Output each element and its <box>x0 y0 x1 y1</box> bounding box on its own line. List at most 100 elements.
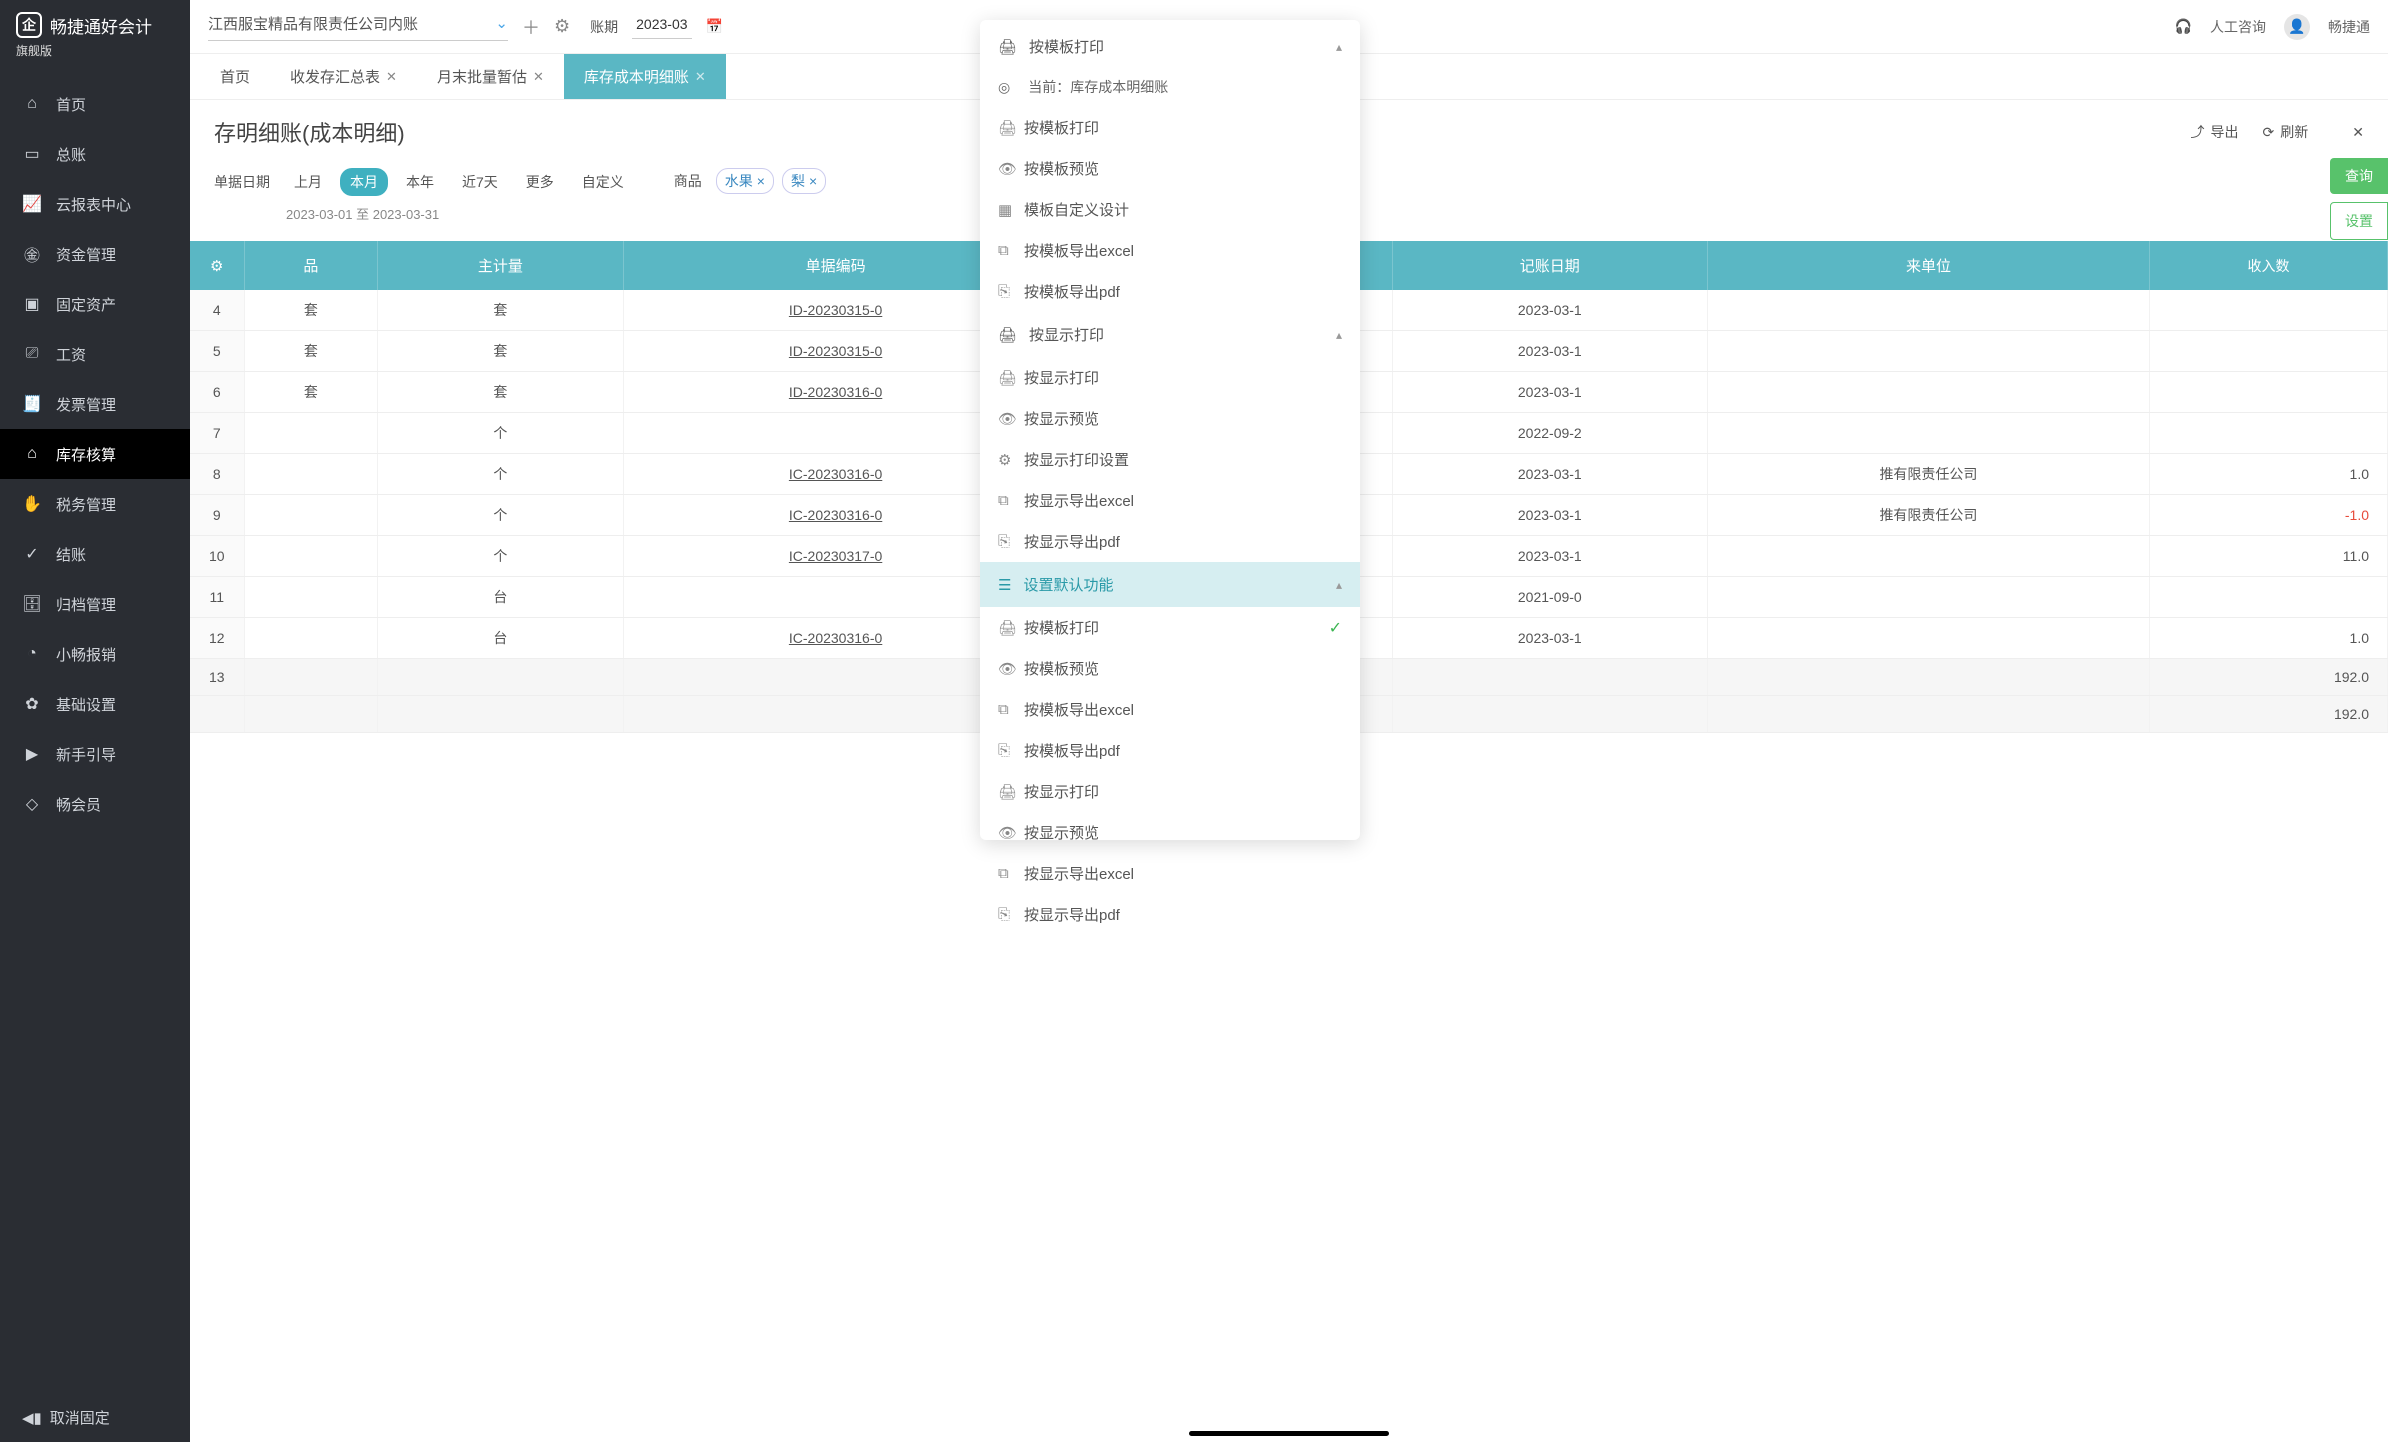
cell-in-qty: 192.0 <box>2150 659 2388 696</box>
menu-head-template[interactable]: 🖨按模板打印▴ <box>980 26 1360 67</box>
print-menu[interactable]: 🖨按模板打印▴◎当前：库存成本明细账🖨按模板打印👁按模板预览▦模板自定义设计⧉按… <box>980 20 1360 840</box>
period-value[interactable]: 2023-03 <box>632 14 691 39</box>
menu-item-0-3[interactable]: ⧉按模板导出excel <box>980 230 1360 271</box>
close-icon[interactable]: ✕ <box>386 69 397 85</box>
menu-item-label: 按显示导出excel <box>1024 863 1134 884</box>
menu-section-2[interactable]: ☰设置默认功能▴ <box>980 562 1360 607</box>
sidebar-item-3[interactable]: ㊎资金管理 <box>0 229 190 279</box>
menu-item-0-2[interactable]: ▦模板自定义设计 <box>980 189 1360 230</box>
date-chip-2[interactable]: 本年 <box>396 168 444 196</box>
sidebar-item-label: 工资 <box>56 344 86 365</box>
sidebar-item-1[interactable]: ▭总账 <box>0 129 190 179</box>
tab-2[interactable]: 月末批量暂估✕ <box>417 54 564 99</box>
date-chip-3[interactable]: 近7天 <box>452 168 508 196</box>
menu-item-2-5[interactable]: 👁按显示预览 <box>980 812 1360 853</box>
menu-item-2-4[interactable]: 🖨按显示打印 <box>980 771 1360 812</box>
menu-item-2-2[interactable]: ⧉按模板导出excel <box>980 689 1360 730</box>
consult-link[interactable]: 人工咨询 <box>2210 17 2266 37</box>
cell-product <box>244 413 378 454</box>
sidebar-item-label: 云报表中心 <box>56 194 131 215</box>
home-indicator <box>1189 1431 1389 1436</box>
menu-current: ◎当前：库存成本明细账 <box>980 67 1360 107</box>
menu-item-1-4[interactable]: ⎘按显示导出pdf <box>980 521 1360 562</box>
avatar[interactable]: 👤 <box>2284 14 2310 40</box>
tab-1[interactable]: 收发存汇总表✕ <box>270 54 417 99</box>
excel-icon: ⧉ <box>998 492 1009 509</box>
date-chip-5[interactable]: 自定义 <box>572 168 634 196</box>
row-no: 6 <box>190 372 244 413</box>
menu-item-2-3[interactable]: ⎘按模板导出pdf <box>980 730 1360 771</box>
menu-item-label: 按模板导出excel <box>1024 240 1134 261</box>
cell-source <box>1707 331 2149 372</box>
product-chip-0[interactable]: 水果 × <box>716 168 774 194</box>
row-no: 4 <box>190 290 244 331</box>
query-button[interactable]: 查询 <box>2330 158 2388 194</box>
col-gear[interactable]: ⚙ <box>190 241 244 290</box>
date-chip-0[interactable]: 上月 <box>284 168 332 196</box>
cell-acct-date: 2022-09-2 <box>1392 413 1707 454</box>
sidebar-item-7[interactable]: ⌂库存核算 <box>0 429 190 479</box>
sidebar-item-4[interactable]: ▣固定资产 <box>0 279 190 329</box>
close-icon[interactable]: ✕ <box>695 69 706 85</box>
refresh-button[interactable]: ⟳ 刷新 <box>2263 122 2309 142</box>
export-button[interactable]: ⤴ 导出 <box>2191 122 2239 142</box>
cell-acct-date <box>1392 696 1707 733</box>
settings-icon: ✿ <box>22 694 42 714</box>
cell-in-qty <box>2150 331 2388 372</box>
sidebar-item-13[interactable]: ▶新手引导 <box>0 729 190 779</box>
sidebar-unpin[interactable]: ◀▮ 取消固定 <box>0 1393 190 1442</box>
close-icon[interactable]: × <box>757 173 765 189</box>
menu-item-0-4[interactable]: ⎘按模板导出pdf <box>980 271 1360 312</box>
menu-item-1-2[interactable]: ⚙按显示打印设置 <box>980 439 1360 480</box>
product-chip-1[interactable]: 梨 × <box>782 168 826 194</box>
menu-item-1-3[interactable]: ⧉按显示导出excel <box>980 480 1360 521</box>
sidebar-item-10[interactable]: 🗄归档管理 <box>0 579 190 629</box>
date-chip-4[interactable]: 更多 <box>516 168 564 196</box>
date-chips: 上月本月本年近7天更多自定义 <box>284 168 634 196</box>
sidebar-item-label: 新手引导 <box>56 744 116 765</box>
col-unit: 主计量 <box>378 241 623 290</box>
cell-unit: 套 <box>378 290 623 331</box>
chevron-up-icon: ▴ <box>1336 578 1342 592</box>
sidebar-item-11[interactable]: ◔小畅报销 <box>0 629 190 679</box>
sidebar-item-0[interactable]: ⌂首页 <box>0 79 190 129</box>
close-icon[interactable]: ✕ <box>533 69 544 85</box>
settings-button[interactable]: 设置 <box>2330 202 2388 240</box>
tab-3[interactable]: 库存成本明细账✕ <box>564 54 726 99</box>
chart-icon: 📈 <box>22 194 42 214</box>
menu-item-2-1[interactable]: 👁按模板预览 <box>980 648 1360 689</box>
menu-item-2-0[interactable]: 🖨按模板打印✓ <box>980 607 1360 648</box>
sidebar-item-14[interactable]: ◇畅会员 <box>0 779 190 829</box>
menu-item-2-6[interactable]: ⧉按显示导出excel <box>980 853 1360 894</box>
sidebar-item-2[interactable]: 📈 云报表中心 <box>0 179 190 229</box>
menu-item-1-1[interactable]: 👁按显示预览 <box>980 398 1360 439</box>
company-selector[interactable]: 江西服宝精品有限责任公司内账 ⌄ <box>208 13 508 41</box>
cell-unit: 台 <box>378 577 623 618</box>
gear-icon[interactable]: ⚙ <box>554 16 570 37</box>
page-title: 存明细账(成本明细) <box>214 116 405 148</box>
cell-product <box>244 618 378 659</box>
sidebar-item-9[interactable]: ✓结账 <box>0 529 190 579</box>
date-chip-1[interactable]: 本月 <box>340 168 388 196</box>
cell-product <box>244 577 378 618</box>
cell-source <box>1707 577 2149 618</box>
cell-in-qty: 1.0 <box>2150 454 2388 495</box>
menu-item-0-0[interactable]: 🖨按模板打印 <box>980 107 1360 148</box>
cell-product <box>244 495 378 536</box>
sidebar-item-8[interactable]: ✋税务管理 <box>0 479 190 529</box>
sidebar-unpin-label: 取消固定 <box>50 1407 110 1428</box>
cell-in-qty <box>2150 577 2388 618</box>
menu-item-1-0[interactable]: 🖨按显示打印 <box>980 357 1360 398</box>
calendar-icon[interactable]: 📅 <box>706 18 723 35</box>
close-panel-button[interactable]: ✕ <box>2352 122 2364 142</box>
menu-item-0-1[interactable]: 👁按模板预览 <box>980 148 1360 189</box>
cell-acct-date: 2021-09-0 <box>1392 577 1707 618</box>
sidebar-item-5[interactable]: ⎚工资 <box>0 329 190 379</box>
menu-section-1[interactable]: 🖨按显示打印▴ <box>980 312 1360 357</box>
tab-0[interactable]: 首页 <box>200 54 270 99</box>
add-icon[interactable]: ＋ <box>522 14 540 40</box>
menu-item-2-7[interactable]: ⎘按显示导出pdf <box>980 894 1360 935</box>
sidebar-item-6[interactable]: 🧾发票管理 <box>0 379 190 429</box>
close-icon[interactable]: × <box>809 173 817 189</box>
sidebar-item-12[interactable]: ✿基础设置 <box>0 679 190 729</box>
